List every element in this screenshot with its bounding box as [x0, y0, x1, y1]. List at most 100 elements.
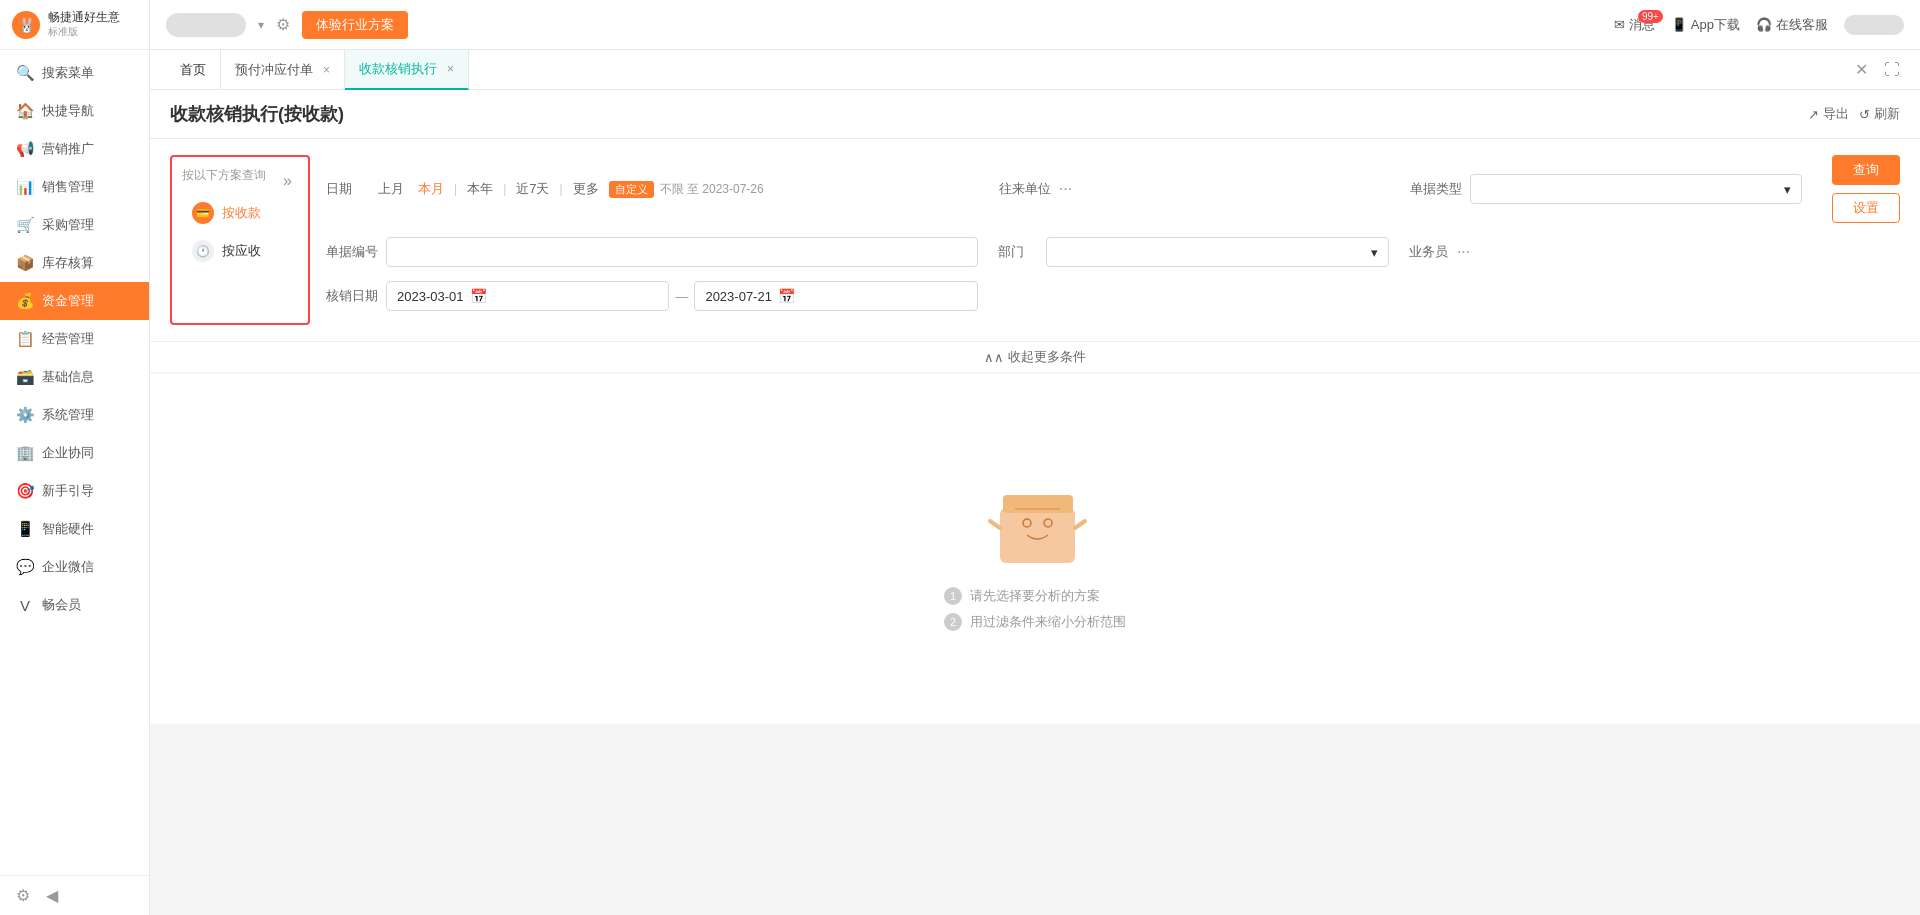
chevron-down-icon: ▾ [1784, 182, 1791, 197]
date-7days[interactable]: 近7天 [512, 178, 553, 200]
tab-home[interactable]: 首页 [166, 50, 221, 90]
refresh-icon: ↺ [1859, 107, 1870, 122]
date-options: 上月 本月 | 本年 | 近7天 | 更多 自定义 不限 至 2023-07-2… [374, 178, 764, 200]
collapse-filter-btn[interactable]: » [277, 172, 298, 190]
verification-date-range: 2023-03-01 📅 — 2023-07-21 📅 [386, 281, 978, 311]
page-content: 收款核销执行(按收款) ↗ 导出 ↺ 刷新 按以下方案查询 » [150, 90, 1920, 915]
online-service-button[interactable]: 🎧 在线客服 [1756, 16, 1828, 34]
svg-rect-2 [1015, 508, 1060, 510]
export-icon: ↗ [1808, 107, 1819, 122]
sidebar-item-wechat[interactable]: 💬 企业微信 [0, 548, 149, 586]
sidebar-item-label: 库存核算 [42, 254, 94, 272]
sidebar-item-shortcut[interactable]: 🏠 快捷导航 [0, 92, 149, 130]
department-label: 部门 [998, 243, 1038, 261]
tabs-bar: 首页 预付冲应付单 × 收款核销执行 × ✕ ⛶ [150, 50, 1920, 90]
sidebar-nav: 🔍 搜索菜单 🏠 快捷导航 📢 营销推广 📊 销售管理 🛒 采购管理 📦 库存核… [0, 50, 149, 875]
sidebar-item-purchase[interactable]: 🛒 采购管理 [0, 206, 149, 244]
collapse-more-label: 收起更多条件 [1008, 348, 1086, 366]
sidebar-item-label: 系统管理 [42, 406, 94, 424]
sidebar-item-search[interactable]: 🔍 搜索菜单 [0, 54, 149, 92]
empty-svg [985, 463, 1095, 573]
gear-icon: ⚙️ [16, 406, 34, 424]
staff-more-btn[interactable]: ··· [1457, 243, 1470, 261]
filter-by-receipt[interactable]: 💳 按收款 [182, 194, 298, 232]
sidebar-item-label: 新手引导 [42, 482, 94, 500]
sidebar-item-guide[interactable]: 🎯 新手引导 [0, 472, 149, 510]
partner-more-btn[interactable]: ··· [1059, 180, 1072, 198]
verification-date-end-input[interactable]: 2023-07-21 📅 [694, 281, 977, 311]
sidebar-item-label: 快捷导航 [42, 102, 94, 120]
tab-prepaid[interactable]: 预付冲应付单 × [221, 50, 345, 90]
staff-field: 业务员 ··· [1409, 243, 1800, 261]
filter-row-2: 单据编号 部门 ▾ 业务员 ··· [326, 237, 1900, 267]
sidebar-item-system[interactable]: ⚙️ 系统管理 [0, 396, 149, 434]
sidebar-item-enterprise[interactable]: 🏢 企业协同 [0, 434, 149, 472]
sidebar-item-basic[interactable]: 🗃️ 基础信息 [0, 358, 149, 396]
industry-solution-button[interactable]: 体验行业方案 [302, 11, 408, 39]
target-icon: 🎯 [16, 482, 34, 500]
query-button[interactable]: 查询 [1832, 155, 1900, 185]
date-last-month[interactable]: 上月 [374, 178, 408, 200]
tabs-controls: ✕ ⛶ [1851, 56, 1904, 83]
filter-panel-title: 按以下方案查询 [182, 167, 266, 184]
voucher-type-select[interactable]: ▾ [1470, 174, 1802, 204]
filter-area: 按以下方案查询 » 💳 按收款 🕐 按应收 日期 [150, 139, 1920, 341]
chat-icon: 💬 [16, 558, 34, 576]
chevron-down-icon[interactable]: ▾ [258, 18, 264, 32]
sidebar-item-hardware[interactable]: 📱 智能硬件 [0, 510, 149, 548]
calendar-start-icon: 📅 [470, 288, 487, 304]
topbar-username [1844, 15, 1904, 35]
collapse-sidebar-icon[interactable]: ◀ [46, 886, 58, 905]
sidebar-item-sales[interactable]: 📊 销售管理 [0, 168, 149, 206]
settings-button[interactable]: 设置 [1832, 193, 1900, 223]
tab-receipt[interactable]: 收款核销执行 × [345, 50, 469, 90]
sidebar-item-label: 销售管理 [42, 178, 94, 196]
sidebar-item-inventory[interactable]: 📦 库存核算 [0, 244, 149, 282]
refresh-button[interactable]: ↺ 刷新 [1859, 105, 1900, 123]
megaphone-icon: 📢 [16, 140, 34, 158]
sidebar-item-business[interactable]: 📋 经营管理 [0, 320, 149, 358]
messages-button[interactable]: ✉ 消息 99+ [1614, 16, 1655, 34]
sidebar-item-marketing[interactable]: 📢 营销推广 [0, 130, 149, 168]
sidebar-item-label: 营销推广 [42, 140, 94, 158]
sidebar-item-label: 畅会员 [42, 596, 81, 614]
voucher-no-input[interactable] [386, 237, 978, 267]
sidebar-item-member[interactable]: V 畅会员 [0, 586, 149, 624]
close-tab-button[interactable]: ✕ [1851, 56, 1872, 83]
settings-footer-icon[interactable]: ⚙ [16, 886, 30, 905]
maximize-tab-button[interactable]: ⛶ [1880, 57, 1904, 83]
empty-hint-1: 1 请先选择要分析的方案 [944, 583, 1126, 609]
date-more[interactable]: 更多 [569, 178, 603, 200]
svg-line-5 [990, 521, 1000, 528]
voucher-no-field: 单据编号 [326, 237, 978, 267]
receipt-option-icon: 💳 [192, 202, 214, 224]
sidebar-item-label: 企业协同 [42, 444, 94, 462]
end-date-value: 2023-07-21 [705, 289, 772, 304]
sidebar: 🐰 畅捷通好生意 标准版 🔍 搜索菜单 🏠 快捷导航 📢 营销推广 📊 销售管理… [0, 0, 150, 915]
tab-close-receipt[interactable]: × [447, 62, 454, 76]
user-avatar-placeholder [166, 13, 246, 37]
receivable-option-icon: 🕐 [192, 240, 214, 262]
tab-close-prepaid[interactable]: × [323, 63, 330, 77]
messages-badge: 99+ [1638, 10, 1663, 23]
settings-icon[interactable]: ⚙ [276, 15, 290, 34]
cart-icon: 🛒 [16, 216, 34, 234]
sidebar-item-label: 企业微信 [42, 558, 94, 576]
page-header-actions: ↗ 导出 ↺ 刷新 [1808, 105, 1900, 135]
department-select[interactable]: ▾ [1046, 237, 1389, 267]
mobile-icon: 📱 [1671, 17, 1687, 32]
partner-field: 往来单位 ··· [999, 180, 1391, 198]
sidebar-item-label: 经营管理 [42, 330, 94, 348]
collapse-more-bar[interactable]: ∧∧ 收起更多条件 [150, 341, 1920, 372]
chevron-down-icon: ▾ [1371, 245, 1378, 260]
sidebar-item-finance[interactable]: 💰 资金管理 [0, 282, 149, 320]
date-this-year[interactable]: 本年 [463, 178, 497, 200]
filter-by-receivable[interactable]: 🕐 按应收 [182, 232, 298, 270]
export-button[interactable]: ↗ 导出 [1808, 105, 1849, 123]
message-icon: ✉ [1614, 17, 1625, 32]
sidebar-footer: ⚙ ◀ [0, 875, 149, 915]
app-download-button[interactable]: 📱 App下载 [1671, 16, 1740, 34]
custom-date-tag[interactable]: 自定义 [609, 181, 654, 198]
date-this-month[interactable]: 本月 [414, 178, 448, 200]
verification-date-start-input[interactable]: 2023-03-01 📅 [386, 281, 669, 311]
